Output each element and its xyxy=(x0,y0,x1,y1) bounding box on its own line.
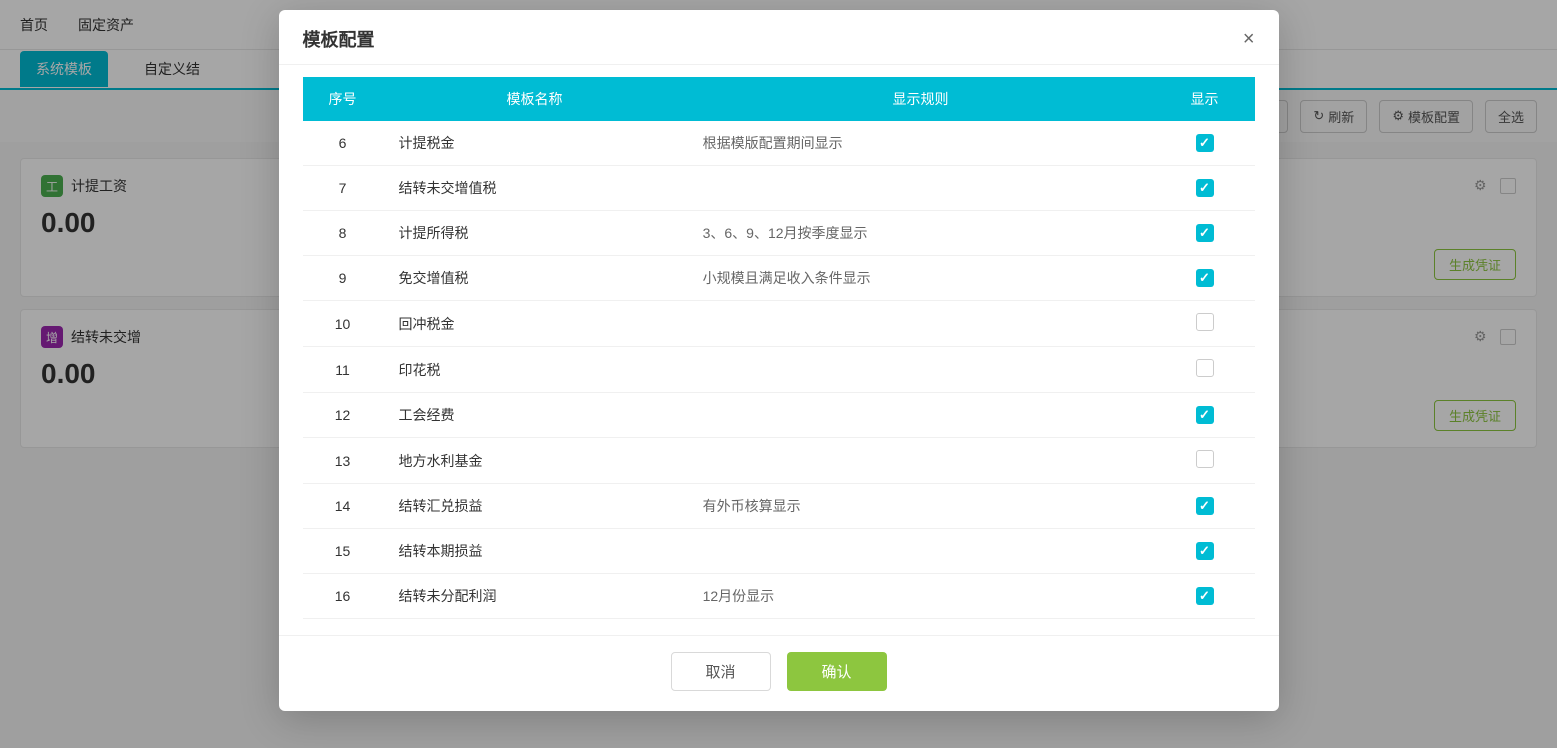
cell-checkbox-9 xyxy=(1155,256,1255,301)
table-row: 7结转未交增值税 xyxy=(303,166,1255,211)
cell-rule-13 xyxy=(687,438,1155,484)
table-row: 8计提所得税3、6、9、12月按季度显示 xyxy=(303,211,1255,256)
th-display: 显示 xyxy=(1155,77,1255,121)
table-row: 10回冲税金 xyxy=(303,301,1255,347)
cell-name-16: 结转未分配利润 xyxy=(383,574,687,619)
cell-rule-7 xyxy=(687,166,1155,211)
cell-index-12: 12 xyxy=(303,393,383,438)
cell-name-7: 结转未交增值税 xyxy=(383,166,687,211)
cell-rule-14: 有外币核算显示 xyxy=(687,484,1155,529)
cell-checkbox-10 xyxy=(1155,301,1255,347)
cell-index-15: 15 xyxy=(303,529,383,574)
checkbox-14[interactable] xyxy=(1196,497,1214,515)
cell-rule-10 xyxy=(687,301,1155,347)
cell-checkbox-16 xyxy=(1155,574,1255,619)
cell-name-6: 计提税金 xyxy=(383,121,687,166)
cell-index-6: 6 xyxy=(303,121,383,166)
modal-footer: 取消 确认 xyxy=(279,635,1279,711)
cell-index-13: 13 xyxy=(303,438,383,484)
modal-title: 模板配置 xyxy=(303,26,375,52)
cell-checkbox-15 xyxy=(1155,529,1255,574)
cell-rule-8: 3、6、9、12月按季度显示 xyxy=(687,211,1155,256)
th-rule: 显示规则 xyxy=(687,77,1155,121)
cell-checkbox-6 xyxy=(1155,121,1255,166)
th-index: 序号 xyxy=(303,77,383,121)
table-header-row: 序号 模板名称 显示规则 显示 xyxy=(303,77,1255,121)
table-row: 6计提税金根据模版配置期间显示 xyxy=(303,121,1255,166)
cell-name-13: 地方水利基金 xyxy=(383,438,687,484)
cell-name-11: 印花税 xyxy=(383,347,687,393)
cell-rule-6: 根据模版配置期间显示 xyxy=(687,121,1155,166)
table-row: 13地方水利基金 xyxy=(303,438,1255,484)
cell-index-11: 11 xyxy=(303,347,383,393)
cell-name-8: 计提所得税 xyxy=(383,211,687,256)
th-name: 模板名称 xyxy=(383,77,687,121)
table-row: 15结转本期损益 xyxy=(303,529,1255,574)
cell-name-10: 回冲税金 xyxy=(383,301,687,347)
table-row: 16结转未分配利润12月份显示 xyxy=(303,574,1255,619)
cell-rule-12 xyxy=(687,393,1155,438)
checkbox-15[interactable] xyxy=(1196,542,1214,560)
checkbox-12[interactable] xyxy=(1196,406,1214,424)
table-row: 11印花税 xyxy=(303,347,1255,393)
config-table: 序号 模板名称 显示规则 显示 6计提税金根据模版配置期间显示7结转未交增值税8… xyxy=(303,77,1255,619)
cell-rule-11 xyxy=(687,347,1155,393)
cell-name-12: 工会经费 xyxy=(383,393,687,438)
checkbox-8[interactable] xyxy=(1196,224,1214,242)
cell-checkbox-13 xyxy=(1155,438,1255,484)
checkbox-13[interactable] xyxy=(1196,450,1214,468)
cell-checkbox-8 xyxy=(1155,211,1255,256)
cell-index-9: 9 xyxy=(303,256,383,301)
checkbox-10[interactable] xyxy=(1196,313,1214,331)
cell-checkbox-7 xyxy=(1155,166,1255,211)
cell-rule-15 xyxy=(687,529,1155,574)
cell-index-14: 14 xyxy=(303,484,383,529)
cell-rule-16: 12月份显示 xyxy=(687,574,1155,619)
cell-checkbox-11 xyxy=(1155,347,1255,393)
table-row: 12工会经费 xyxy=(303,393,1255,438)
cell-index-7: 7 xyxy=(303,166,383,211)
table-row: 9免交增值税小规模且满足收入条件显示 xyxy=(303,256,1255,301)
table-row: 14结转汇兑损益有外币核算显示 xyxy=(303,484,1255,529)
table-scroll-wrapper: 序号 模板名称 显示规则 显示 6计提税金根据模版配置期间显示7结转未交增值税8… xyxy=(303,77,1255,619)
modal-close-button[interactable]: × xyxy=(1243,29,1255,49)
cell-name-9: 免交增值税 xyxy=(383,256,687,301)
background-page: 首页 固定资产 系统模板 自定义结 测算金额 ▶ 视频 ↻ 刷新 ⚙ 模板配置 … xyxy=(0,0,1557,748)
cancel-button[interactable]: 取消 xyxy=(671,652,771,691)
modal-header: 模板配置 × xyxy=(279,10,1279,65)
confirm-button[interactable]: 确认 xyxy=(787,652,887,691)
modal-body: 序号 模板名称 显示规则 显示 6计提税金根据模版配置期间显示7结转未交增值税8… xyxy=(279,65,1279,635)
cell-rule-9: 小规模且满足收入条件显示 xyxy=(687,256,1155,301)
checkbox-11[interactable] xyxy=(1196,359,1214,377)
cell-checkbox-12 xyxy=(1155,393,1255,438)
cell-checkbox-14 xyxy=(1155,484,1255,529)
checkbox-7[interactable] xyxy=(1196,179,1214,197)
cell-name-14: 结转汇兑损益 xyxy=(383,484,687,529)
table-body: 6计提税金根据模版配置期间显示7结转未交增值税8计提所得税3、6、9、12月按季… xyxy=(303,121,1255,619)
checkbox-16[interactable] xyxy=(1196,587,1214,605)
template-config-modal: 模板配置 × 序号 模板名称 显示规则 显示 xyxy=(279,10,1279,711)
cell-index-16: 16 xyxy=(303,574,383,619)
checkbox-6[interactable] xyxy=(1196,134,1214,152)
checkbox-9[interactable] xyxy=(1196,269,1214,287)
modal-overlay: 模板配置 × 序号 模板名称 显示规则 显示 xyxy=(0,0,1557,748)
cell-index-8: 8 xyxy=(303,211,383,256)
table-head: 序号 模板名称 显示规则 显示 xyxy=(303,77,1255,121)
cell-index-10: 10 xyxy=(303,301,383,347)
cell-name-15: 结转本期损益 xyxy=(383,529,687,574)
